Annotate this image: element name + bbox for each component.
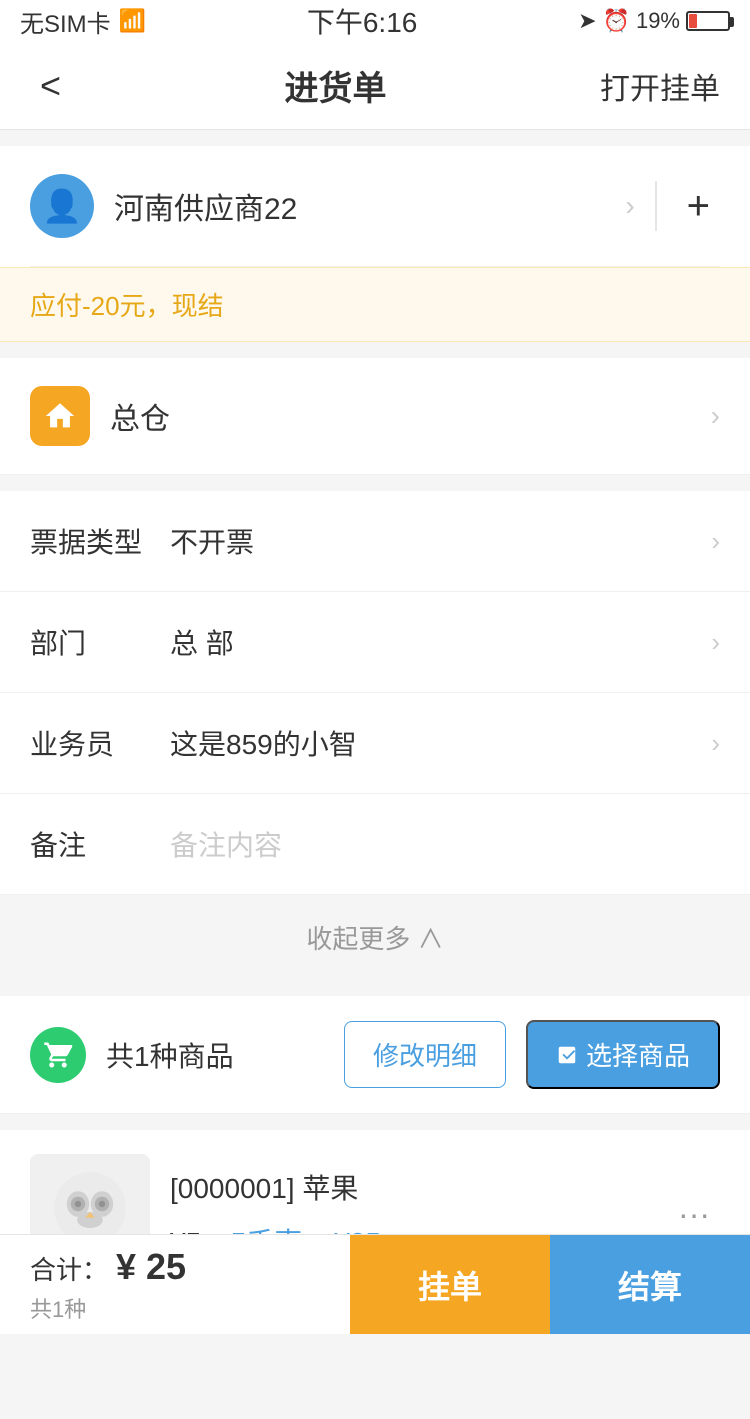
wifi-icon: 📶: [119, 8, 146, 34]
salesman-label: 业务员: [30, 723, 170, 763]
salesman-value: 这是859的小智: [170, 723, 711, 763]
back-button[interactable]: <: [30, 55, 71, 117]
location-icon: ➤: [578, 8, 596, 34]
warehouse-name: 总仓: [110, 394, 711, 438]
alarm-icon: ⏰: [603, 8, 630, 34]
salesman-chevron-icon: ›: [711, 728, 720, 759]
warehouse-icon: [43, 399, 77, 433]
department-value: 总 部: [170, 622, 711, 662]
supplier-section: 👤 河南供应商22 › +: [0, 146, 750, 267]
status-right: ➤ ⏰ 19%: [578, 8, 730, 34]
invoice-type-chevron-icon: ›: [711, 526, 720, 557]
department-row[interactable]: 部门 总 部 ›: [0, 592, 750, 693]
product-count-label: 共1种商品: [106, 1035, 324, 1075]
invoice-type-row[interactable]: 票据类型 不开票 ›: [0, 491, 750, 592]
invoice-type-value: 不开票: [170, 521, 711, 561]
warehouse-row[interactable]: 总仓 ›: [0, 358, 750, 475]
hang-order-button[interactable]: 挂单: [350, 1235, 550, 1334]
vertical-divider: [655, 181, 657, 231]
status-left: 无SIM卡 📶: [20, 4, 146, 39]
cart-icon: [43, 1040, 73, 1070]
avatar-icon: 👤: [42, 187, 82, 225]
nav-title: 进货单: [285, 61, 387, 110]
battery-icon: [686, 11, 730, 31]
footer: 合计： ¥ 25 共1种 挂单 结算: [0, 1234, 750, 1334]
carrier-label: 无SIM卡: [20, 4, 111, 39]
remark-label: 备注: [30, 824, 170, 864]
edit-details-button[interactable]: 修改明细: [344, 1021, 506, 1088]
collapse-label: 收起更多 ∧: [306, 919, 443, 956]
notice-text: 应付-20元，现结: [30, 291, 224, 321]
collapse-button[interactable]: 收起更多 ∧: [0, 895, 750, 980]
status-bar: 无SIM卡 📶 下午6:16 ➤ ⏰ 19%: [0, 0, 750, 42]
top-divider: [0, 130, 750, 146]
battery-percent: 19%: [636, 8, 680, 34]
supplier-name: 河南供应商22: [114, 184, 625, 228]
footer-total-row: 合计： ¥ 25: [30, 1246, 320, 1288]
supplier-chevron-icon: ›: [625, 190, 634, 222]
divider-3: [0, 980, 750, 996]
invoice-type-label: 票据类型: [30, 521, 170, 561]
warehouse-icon-container: [30, 386, 90, 446]
supplier-row[interactable]: 👤 河南供应商22 › +: [30, 146, 720, 267]
footer-total: 合计： ¥ 25 共1种: [0, 1235, 350, 1334]
hang-order-label: 挂单: [418, 1262, 482, 1308]
open-pending-button[interactable]: 打开挂单: [600, 64, 720, 108]
checkout-label: 结算: [618, 1262, 682, 1308]
divider-2: [0, 475, 750, 491]
supplier-avatar: 👤: [30, 174, 94, 238]
product-section-icon: [30, 1027, 86, 1083]
product-name: [0000001] 苹果: [170, 1167, 648, 1207]
notice-banner: 应付-20元，现结: [0, 267, 750, 342]
department-label: 部门: [30, 622, 170, 662]
status-time: 下午6:16: [307, 1, 418, 41]
total-amount: ¥ 25: [116, 1246, 186, 1288]
product-header: 共1种商品 修改明细 选择商品: [0, 996, 750, 1114]
select-product-label: 选择商品: [586, 1036, 690, 1073]
form-section: 票据类型 不开票 › 部门 总 部 › 业务员 这是859的小智 › 备注 备注…: [0, 491, 750, 895]
warehouse-chevron-icon: ›: [711, 400, 720, 432]
select-product-button[interactable]: 选择商品: [526, 1020, 720, 1089]
total-label: 合计：: [30, 1250, 108, 1287]
department-chevron-icon: ›: [711, 627, 720, 658]
add-supplier-button[interactable]: +: [677, 184, 720, 229]
nav-bar: < 进货单 打开挂单: [0, 42, 750, 130]
salesman-row[interactable]: 业务员 这是859的小智 ›: [0, 693, 750, 794]
footer-count: 共1种: [30, 1292, 320, 1324]
checkout-button[interactable]: 结算: [550, 1235, 750, 1334]
divider-1: [0, 342, 750, 358]
remark-input[interactable]: 备注内容: [170, 824, 720, 864]
remark-row[interactable]: 备注 备注内容: [0, 794, 750, 895]
select-product-icon: [556, 1044, 578, 1066]
